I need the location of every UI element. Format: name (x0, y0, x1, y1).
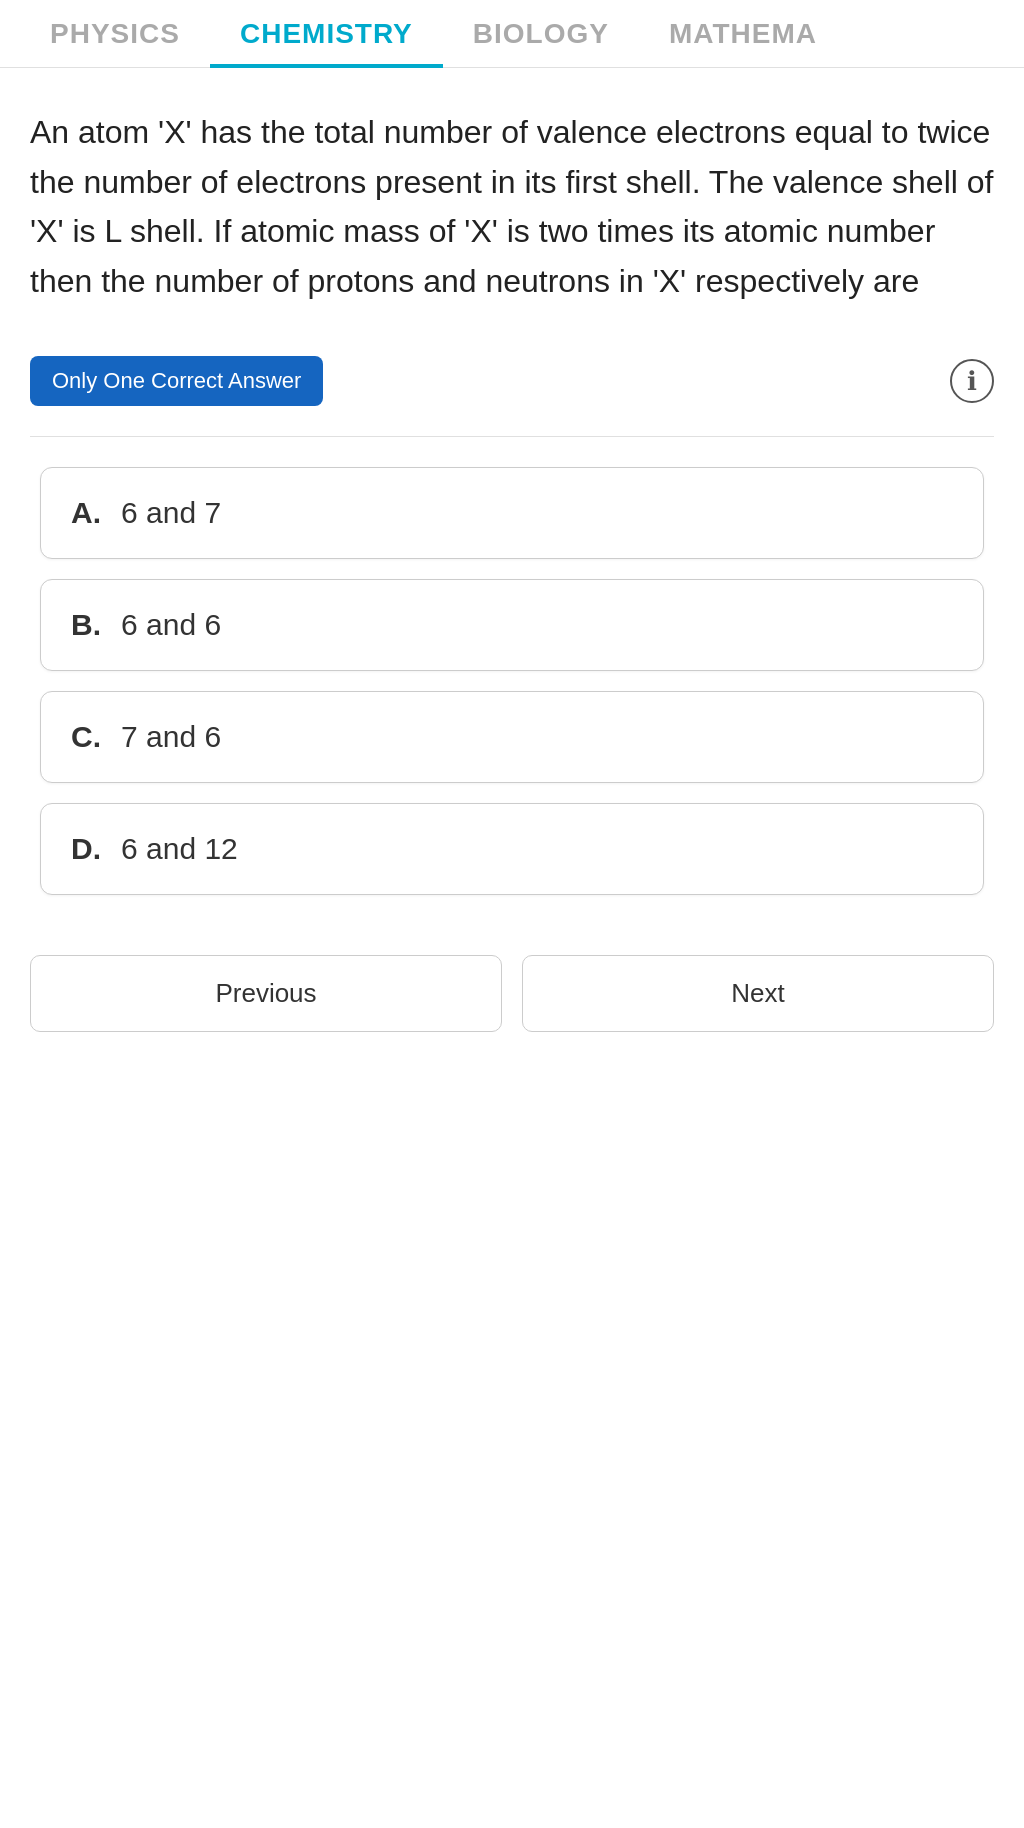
option-text-a: 6 and 7 (121, 496, 221, 530)
question-text: An atom 'X' has the total number of vale… (30, 108, 994, 306)
tab-physics[interactable]: PHYSICS (20, 0, 210, 68)
tab-chemistry[interactable]: CHEMISTRY (210, 0, 443, 68)
main-content: An atom 'X' has the total number of vale… (0, 68, 1024, 925)
option-text-c: 7 and 6 (121, 720, 221, 754)
option-item-b[interactable]: B. 6 and 6 (40, 579, 984, 671)
option-text-b: 6 and 6 (121, 608, 221, 642)
option-letter-b: B. (71, 608, 101, 642)
info-icon[interactable]: ℹ (950, 359, 994, 403)
bottom-navigation: Previous Next (0, 935, 1024, 1062)
option-letter-c: C. (71, 720, 101, 754)
option-item-a[interactable]: A. 6 and 7 (40, 467, 984, 559)
options-list: A. 6 and 7 B. 6 and 6 C. 7 and 6 D. 6 and 12 (30, 467, 994, 895)
option-item-d[interactable]: D. 6 and 12 (40, 803, 984, 895)
next-button[interactable]: Next (522, 955, 994, 1032)
option-letter-a: A. (71, 496, 101, 530)
previous-button[interactable]: Previous (30, 955, 502, 1032)
tag-row: Only One Correct Answer ℹ (30, 356, 994, 406)
tab-biology[interactable]: BIOLOGY (443, 0, 639, 68)
tab-navigation: PHYSICSCHEMISTRYBIOLOGYMATHEMA (0, 0, 1024, 68)
tab-mathematics[interactable]: MATHEMA (639, 0, 847, 68)
option-letter-d: D. (71, 832, 101, 866)
divider (30, 436, 994, 437)
answer-type-badge: Only One Correct Answer (30, 356, 323, 406)
option-item-c[interactable]: C. 7 and 6 (40, 691, 984, 783)
option-text-d: 6 and 12 (121, 832, 238, 866)
